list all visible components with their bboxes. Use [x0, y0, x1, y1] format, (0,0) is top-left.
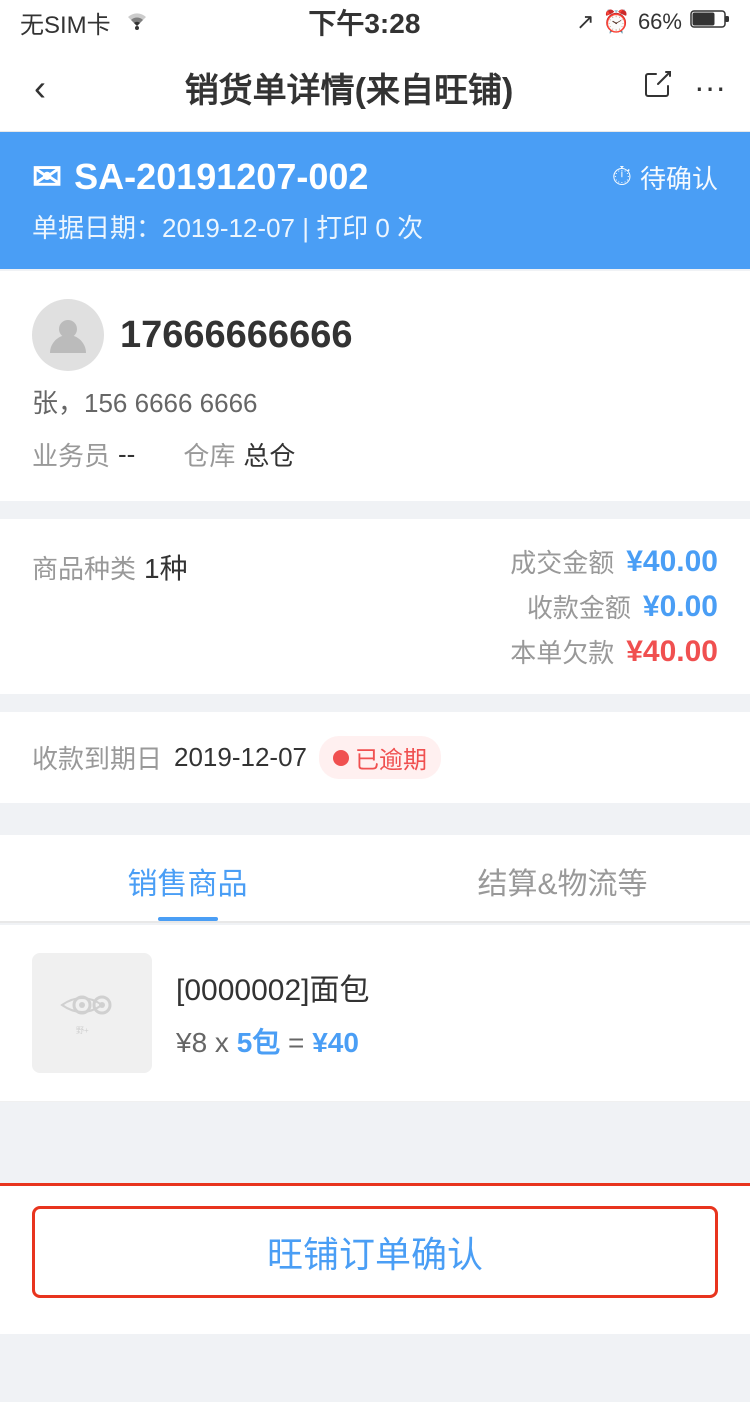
- customer-phone: 17666666666: [120, 314, 352, 357]
- page-title: 销货单详情(来自旺铺): [56, 63, 642, 112]
- order-status: ⏱ 待确认: [612, 159, 718, 196]
- product-info: [0000002]面包 ¥8 x 5包 = ¥40: [176, 965, 718, 1061]
- amount-owed: 本单欠款 ¥40.00: [510, 633, 718, 670]
- overdue-badge: 已逾期: [319, 736, 441, 779]
- customer-card: 17666666666 张，156 6666 6666 业务员 -- 仓库 总仓: [0, 271, 750, 501]
- kinds-label: 商品种类: [32, 549, 136, 586]
- carrier-label: 无SIM卡: [20, 5, 111, 40]
- owed-value: ¥40.00: [626, 635, 718, 669]
- avatar: [32, 299, 104, 371]
- product-unit-price: ¥8 x: [176, 1027, 237, 1058]
- warehouse-label: 仓库: [183, 436, 235, 473]
- product-item: 野+ [0000002]面包 ¥8 x 5包 = ¥40: [0, 925, 750, 1102]
- salesperson-value: --: [118, 439, 135, 470]
- deal-label: 成交金额: [510, 543, 614, 580]
- divider-1: [0, 501, 750, 517]
- warehouse-item: 仓库 总仓: [183, 436, 295, 473]
- product-qty: 5包: [237, 1027, 281, 1058]
- overdue-dot-icon: [333, 750, 349, 766]
- alarm-icon: ⏰: [603, 9, 630, 35]
- tab-products[interactable]: 销售商品: [0, 835, 375, 921]
- customer-name: 张，156 6666 6666: [32, 383, 718, 420]
- due-date: 2019-12-07: [174, 742, 307, 773]
- nav-actions: ···: [642, 68, 726, 108]
- order-header: ✉ SA-20191207-002 ⏱ 待确认 单据日期：2019-12-07 …: [0, 132, 750, 269]
- product-thumbnail: 野+: [32, 953, 152, 1073]
- svg-text:野+: 野+: [76, 1026, 89, 1035]
- divider-3: [0, 803, 750, 819]
- product-eq: =: [280, 1027, 312, 1058]
- summary-card: 商品种类 1种 成交金额 ¥40.00 收款金额 ¥0.00 本单欠款 ¥40.…: [0, 519, 750, 694]
- warehouse-value: 总仓: [243, 436, 295, 473]
- salesperson-label: 业务员: [32, 436, 110, 473]
- status-left: 无SIM卡: [20, 5, 153, 40]
- tab-settlement[interactable]: 结算&物流等: [375, 835, 750, 921]
- back-button[interactable]: ‹: [24, 57, 56, 119]
- status-clock-icon: ⏱: [612, 161, 632, 193]
- tabs-bar: 销售商品 结算&物流等: [0, 835, 750, 923]
- more-icon[interactable]: ···: [694, 69, 726, 106]
- received-label: 收款金额: [527, 588, 631, 625]
- due-card: 收款到期日 2019-12-07 已逾期: [0, 712, 750, 803]
- amount-received: 收款金额 ¥0.00: [527, 588, 718, 625]
- kinds-value: 1种: [144, 547, 188, 587]
- product-total: ¥40: [312, 1027, 359, 1058]
- overdue-text: 已逾期: [355, 740, 427, 775]
- received-value: ¥0.00: [643, 590, 718, 624]
- confirm-button-wrapper: 旺铺订单确认: [0, 1183, 750, 1334]
- salesperson-item: 业务员 --: [32, 436, 135, 473]
- wifi-icon: [121, 8, 153, 37]
- product-list: 野+ [0000002]面包 ¥8 x 5包 = ¥40: [0, 925, 750, 1102]
- due-label: 收款到期日: [32, 739, 162, 776]
- owed-label: 本单欠款: [510, 633, 614, 670]
- status-time: 下午3:28: [308, 2, 420, 42]
- summary-left: 商品种类 1种: [32, 543, 188, 587]
- product-name: [0000002]面包: [176, 965, 718, 1009]
- nav-bar: ‹ 销货单详情(来自旺铺) ···: [0, 44, 750, 132]
- status-bar: 无SIM卡 下午3:28 ↗ ⏰ 66%: [0, 0, 750, 44]
- status-right: ↗ ⏰ 66%: [576, 8, 730, 36]
- order-id: ✉ SA-20191207-002: [32, 156, 368, 198]
- summary-right: 成交金额 ¥40.00 收款金额 ¥0.00 本单欠款 ¥40.00: [510, 543, 718, 670]
- location-icon: ↗: [576, 9, 594, 35]
- order-icon: ✉: [32, 156, 62, 198]
- share-icon[interactable]: [642, 68, 674, 108]
- product-price-row: ¥8 x 5包 = ¥40: [176, 1021, 718, 1061]
- battery-label: 66%: [638, 9, 682, 35]
- confirm-order-button[interactable]: 旺铺订单确认: [32, 1206, 718, 1298]
- deal-value: ¥40.00: [626, 545, 718, 579]
- order-date: 单据日期：2019-12-07 | 打印 0 次: [32, 208, 718, 245]
- battery-icon: [690, 8, 730, 36]
- customer-meta: 业务员 -- 仓库 总仓: [32, 436, 718, 473]
- divider-2: [0, 694, 750, 710]
- amount-deal: 成交金额 ¥40.00: [510, 543, 718, 580]
